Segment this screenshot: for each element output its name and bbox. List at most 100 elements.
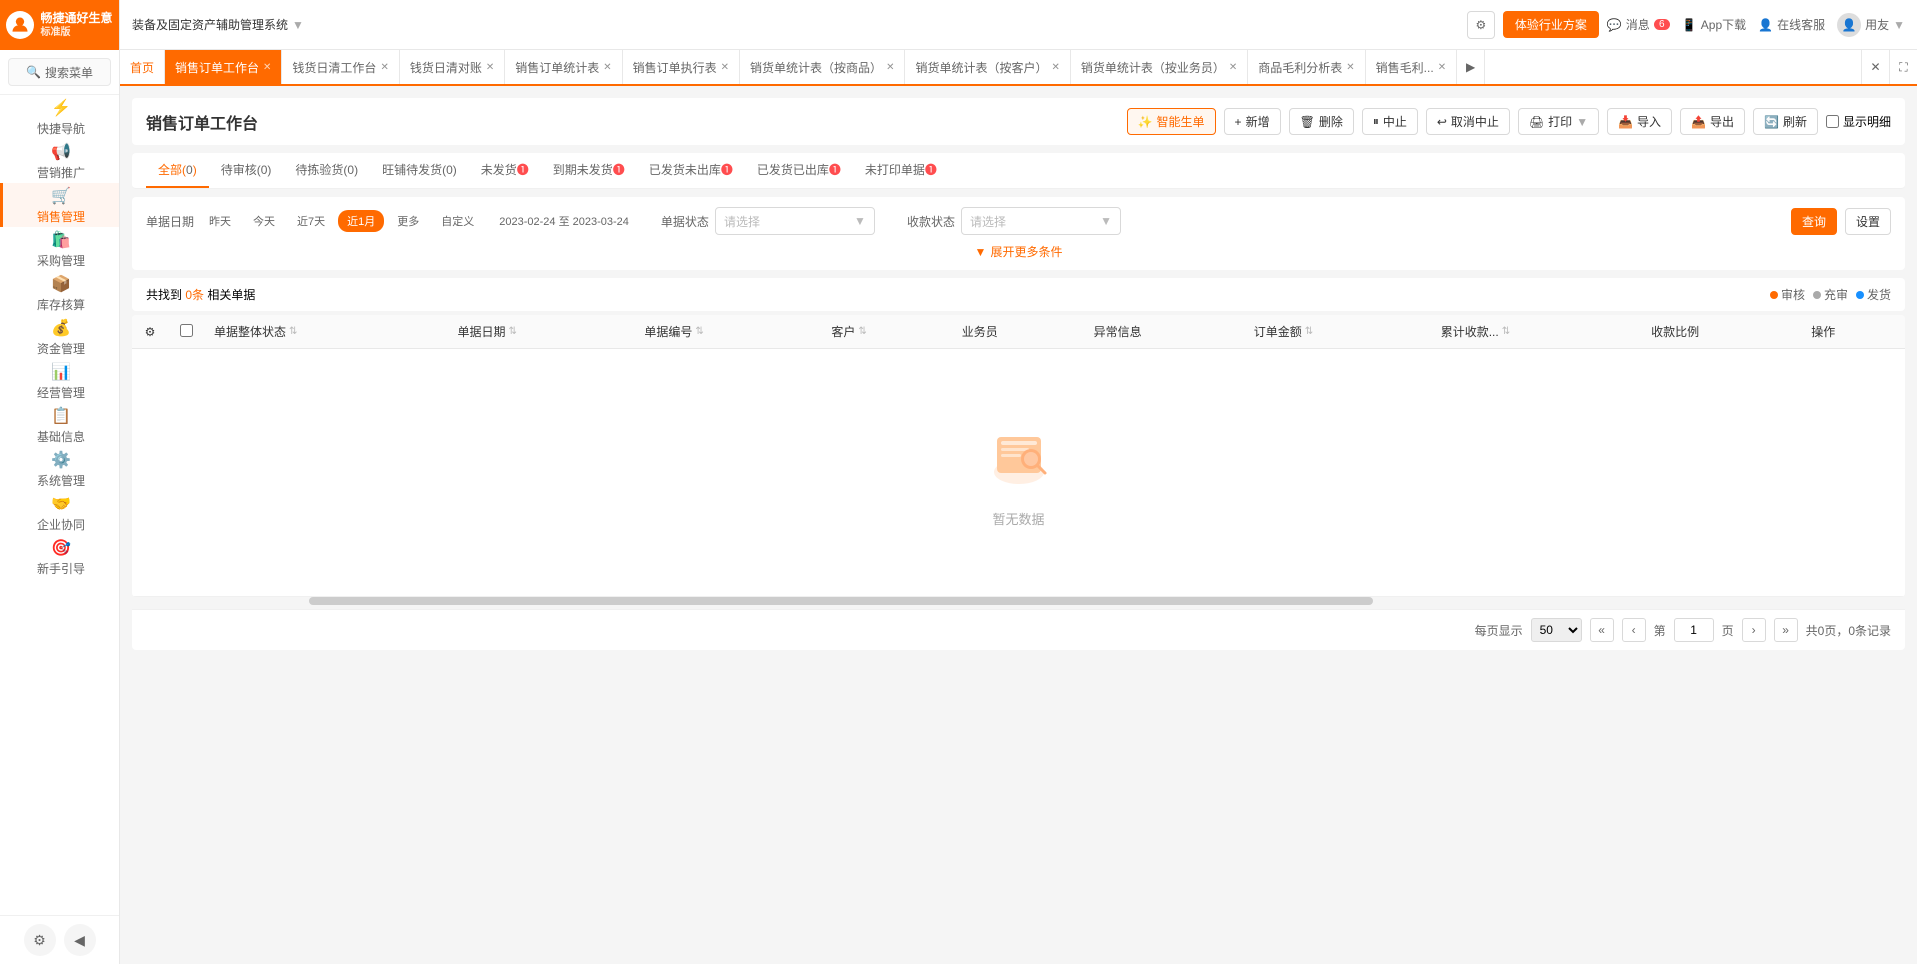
- page-number-input[interactable]: [1674, 618, 1714, 642]
- tab-close-icon-10[interactable]: ✕: [1438, 62, 1446, 73]
- gear-settings-btn[interactable]: ⚙: [1467, 11, 1495, 39]
- date-custom-btn[interactable]: 自定义: [432, 210, 483, 232]
- user-menu-button[interactable]: 👤 用友 ▼: [1837, 13, 1905, 37]
- add-button[interactable]: + 新增: [1224, 108, 1281, 135]
- date-more-btn[interactable]: 更多: [388, 210, 428, 232]
- date-1month-btn[interactable]: 近1月: [338, 210, 384, 232]
- app-download-button[interactable]: 📱 App下载: [1682, 16, 1746, 33]
- inventory-icon: 📦: [51, 274, 71, 294]
- sidebar-item-enterprise[interactable]: 🤝 企业协同: [0, 491, 119, 535]
- th-checkbox[interactable]: [168, 315, 204, 349]
- sidebar-item-purchase[interactable]: 🛍️ 采购管理: [0, 227, 119, 271]
- ship-action[interactable]: 发货: [1856, 286, 1891, 303]
- tab-home[interactable]: 首页: [120, 50, 165, 85]
- cancel-pause-button[interactable]: ↩ 取消中止: [1426, 108, 1510, 135]
- tab-sales-exec[interactable]: 销售订单执行表 ✕: [623, 50, 740, 85]
- sidebar-item-guide[interactable]: 🎯 新手引导: [0, 535, 119, 579]
- tab-close-icon-9[interactable]: ✕: [1346, 62, 1354, 73]
- th-status[interactable]: 单据整体状态⇅: [204, 315, 447, 349]
- tab-close-icon-6[interactable]: ✕: [886, 62, 894, 73]
- online-service-button[interactable]: 👤 在线客服: [1758, 16, 1825, 33]
- th-date[interactable]: 单据日期⇅: [447, 315, 634, 349]
- tab-close-icon-4[interactable]: ✕: [603, 62, 611, 73]
- tab-more-button[interactable]: ▶: [1457, 50, 1485, 85]
- scrollbar-thumb[interactable]: [309, 597, 1373, 605]
- filter-tab-unprinted[interactable]: 未打印单据❶: [853, 153, 949, 188]
- tab-margin-analysis[interactable]: 商品毛利分析表 ✕: [1248, 50, 1365, 85]
- th-customer[interactable]: 客户⇅: [821, 315, 951, 349]
- filter-tab-shipped-out[interactable]: 已发货已出库❶: [745, 153, 853, 188]
- date-today-btn[interactable]: 今天: [244, 210, 284, 232]
- show-detail-checkbox[interactable]: [1826, 115, 1839, 128]
- sidebar-item-marketing[interactable]: 📢 营销推广: [0, 139, 119, 183]
- filter-tab-pending-check[interactable]: 待拣验货(0): [283, 153, 370, 188]
- tab-close-icon[interactable]: ✕: [263, 62, 271, 73]
- pause-button[interactable]: ⏸ 中止: [1362, 108, 1418, 135]
- tab-shipment-by-product[interactable]: 销货单统计表（按商品） ✕: [740, 50, 905, 85]
- query-button[interactable]: 查询: [1791, 208, 1837, 235]
- sidebar-item-operations[interactable]: 📊 经营管理: [0, 359, 119, 403]
- tab-sales-order-workbench[interactable]: 销售订单工作台 ✕: [165, 50, 282, 85]
- tab-close-icon-7[interactable]: ✕: [1051, 62, 1059, 73]
- horizontal-scrollbar[interactable]: [132, 597, 1905, 605]
- th-settings[interactable]: ⚙: [132, 315, 168, 349]
- search-menu-button[interactable]: 🔍 搜索菜单: [8, 58, 111, 86]
- collapse-button[interactable]: ◀: [64, 924, 96, 956]
- smart-generate-button[interactable]: ✨ 智能生单: [1127, 108, 1216, 135]
- tab-cash-daily[interactable]: 钱货日清工作台 ✕: [282, 50, 399, 85]
- refresh-button[interactable]: 🔄 刷新: [1753, 108, 1818, 135]
- export-button[interactable]: 📤 导出: [1680, 108, 1745, 135]
- collection-dropdown-icon: ▼: [1100, 214, 1112, 228]
- status-filter-select[interactable]: 请选择 ▼: [715, 207, 875, 235]
- tab-action-close-all[interactable]: ✕: [1861, 50, 1889, 85]
- th-number[interactable]: 单据编号⇅: [634, 315, 821, 349]
- delete-button[interactable]: 🗑 删除: [1289, 108, 1354, 135]
- show-detail-checkbox-label[interactable]: 显示明细: [1826, 113, 1891, 130]
- tab-cash-reconcile[interactable]: 钱货日清对账 ✕: [400, 50, 505, 85]
- filter-tab-shipped-not-out[interactable]: 已发货未出库❶: [637, 153, 745, 188]
- collection-filter-select[interactable]: 请选择 ▼: [961, 207, 1121, 235]
- settings-button[interactable]: ⚙: [24, 924, 56, 956]
- next-page-button[interactable]: ›: [1742, 618, 1766, 642]
- date-yesterday-btn[interactable]: 昨天: [200, 210, 240, 232]
- sidebar-item-sales[interactable]: 🛒 销售管理: [0, 183, 119, 227]
- first-page-button[interactable]: «: [1590, 618, 1614, 642]
- tab-shipment-by-customer[interactable]: 销货单统计表（按客户） ✕: [905, 50, 1070, 85]
- sidebar-item-system[interactable]: ⚙️ 系统管理: [0, 447, 119, 491]
- data-table: ⚙ 单据整体状态⇅ 单据日期⇅ 单据编号⇅ 客户⇅ 业务员 异常信息 订单金额⇅…: [132, 315, 1905, 597]
- filter-tab-unshipped[interactable]: 未发货❶: [469, 153, 541, 188]
- sidebar-item-inventory[interactable]: 📦 库存核算: [0, 271, 119, 315]
- prev-page-button[interactable]: ‹: [1622, 618, 1646, 642]
- cancel-audit-action[interactable]: 充审: [1813, 286, 1848, 303]
- print-button[interactable]: 🖨 打印 ▼: [1518, 108, 1599, 135]
- tab-close-icon-8[interactable]: ✕: [1229, 62, 1237, 73]
- last-page-button[interactable]: »: [1774, 618, 1798, 642]
- system-title-dropdown[interactable]: 装备及固定资产辅助管理系统 ▼: [132, 16, 304, 33]
- tab-close-icon-5[interactable]: ✕: [721, 62, 729, 73]
- system-icon: ⚙️: [51, 450, 71, 470]
- expand-more-conditions-button[interactable]: ▼ 展开更多条件: [975, 243, 1063, 260]
- tab-sales-stats[interactable]: 销售订单统计表 ✕: [505, 50, 622, 85]
- filter-tab-expired-unshipped[interactable]: 到期未发货❶: [541, 153, 637, 188]
- filter-tab-all[interactable]: 全部(0): [146, 153, 209, 188]
- th-amount[interactable]: 订单金额⇅: [1244, 315, 1431, 349]
- industry-solution-button[interactable]: 体验行业方案: [1503, 11, 1599, 38]
- sidebar-item-finance[interactable]: 💰 资金管理: [0, 315, 119, 359]
- tab-sales-margin[interactable]: 销售毛利... ✕: [1366, 50, 1457, 85]
- tab-action-maximize[interactable]: ⛶: [1889, 50, 1917, 85]
- select-all-checkbox[interactable]: [180, 324, 193, 337]
- filter-tab-wangpu[interactable]: 旺铺待发货(0): [370, 153, 469, 188]
- sidebar-item-basic-info[interactable]: 📋 基础信息: [0, 403, 119, 447]
- import-button[interactable]: 📥 导入: [1607, 108, 1672, 135]
- tab-close-icon-2[interactable]: ✕: [380, 62, 388, 73]
- tab-close-icon-3[interactable]: ✕: [486, 62, 494, 73]
- date-7days-btn[interactable]: 近7天: [288, 210, 334, 232]
- tab-shipment-by-salesperson[interactable]: 销货单统计表（按业务员） ✕: [1071, 50, 1248, 85]
- message-button[interactable]: 💬 消息 6: [1607, 16, 1670, 33]
- filter-tab-pending-review[interactable]: 待审核(0): [209, 153, 284, 188]
- setting-button[interactable]: 设置: [1845, 208, 1891, 235]
- per-page-select[interactable]: 50 100 200: [1531, 618, 1582, 642]
- sidebar-item-quick-nav[interactable]: ⚡ 快捷导航: [0, 95, 119, 139]
- audit-action[interactable]: 审核: [1770, 286, 1805, 303]
- th-collected[interactable]: 累计收款...⇅: [1431, 315, 1641, 349]
